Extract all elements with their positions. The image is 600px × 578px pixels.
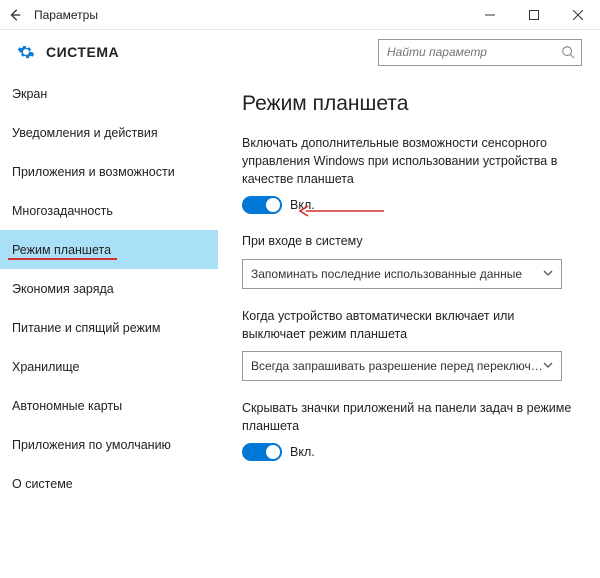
enable-tablet-desc: Включать дополнительные возможности сенс… [242,134,578,188]
search-input[interactable] [379,40,581,65]
sidebar-item-battery[interactable]: Экономия заряда [0,269,218,308]
header: СИСТЕМА [0,30,600,74]
section-on-login: При входе в систему Запоминать последние… [242,232,578,288]
page-title: Режим планшета [242,92,578,116]
minimize-button[interactable] [468,0,512,30]
chevron-down-icon [543,359,553,373]
auto-switch-selected: Всегда запрашивать разрешение перед пере… [251,359,543,373]
on-login-dropdown[interactable]: Запоминать последние использованные данн… [242,259,562,289]
sidebar-item-tablet-mode[interactable]: Режим планшета [0,230,218,269]
section-enable-tablet: Включать дополнительные возможности сенс… [242,134,578,214]
chevron-down-icon [543,267,553,281]
sidebar-item-power-sleep[interactable]: Питание и спящий режим [0,308,218,347]
section-hide-icons: Скрывать значки приложений на панели зад… [242,399,578,461]
enable-tablet-toggle[interactable] [242,196,282,214]
sidebar-item-notifications[interactable]: Уведомления и действия [0,113,218,152]
minimize-icon [485,10,495,20]
on-login-label: При входе в систему [242,232,578,250]
window-controls [468,0,600,30]
hide-icons-toggle-label: Вкл. [290,445,315,459]
section-auto-switch: Когда устройство автоматически включает … [242,307,578,381]
sidebar-item-default-apps[interactable]: Приложения по умолчанию [0,425,218,464]
titlebar: Параметры [0,0,600,30]
sidebar-item-storage[interactable]: Хранилище [0,347,218,386]
maximize-icon [529,10,539,20]
sidebar-item-offline-maps[interactable]: Автономные карты [0,386,218,425]
sidebar-item-apps-features[interactable]: Приложения и возможности [0,152,218,191]
back-button[interactable] [0,0,30,30]
sidebar-item-about[interactable]: О системе [0,464,218,503]
close-icon [573,10,583,20]
close-button[interactable] [556,0,600,30]
arrow-left-icon [8,8,22,22]
search-icon [561,45,575,62]
system-title: СИСТЕМА [46,44,378,60]
on-login-selected: Запоминать последние использованные данн… [251,267,522,281]
enable-tablet-toggle-label: Вкл. [290,198,315,212]
auto-switch-label: Когда устройство автоматически включает … [242,307,578,343]
hide-icons-toggle[interactable] [242,443,282,461]
sidebar-item-display[interactable]: Экран [0,74,218,113]
search-field[interactable] [378,39,582,66]
content: Режим планшета Включать дополнительные в… [218,74,600,578]
window-title: Параметры [30,8,468,22]
sidebar-item-multitasking[interactable]: Многозадачность [0,191,218,230]
hide-icons-desc: Скрывать значки приложений на панели зад… [242,399,578,435]
gear-icon [16,42,36,62]
sidebar: Экран Уведомления и действия Приложения … [0,74,218,578]
auto-switch-dropdown[interactable]: Всегда запрашивать разрешение перед пере… [242,351,562,381]
maximize-button[interactable] [512,0,556,30]
